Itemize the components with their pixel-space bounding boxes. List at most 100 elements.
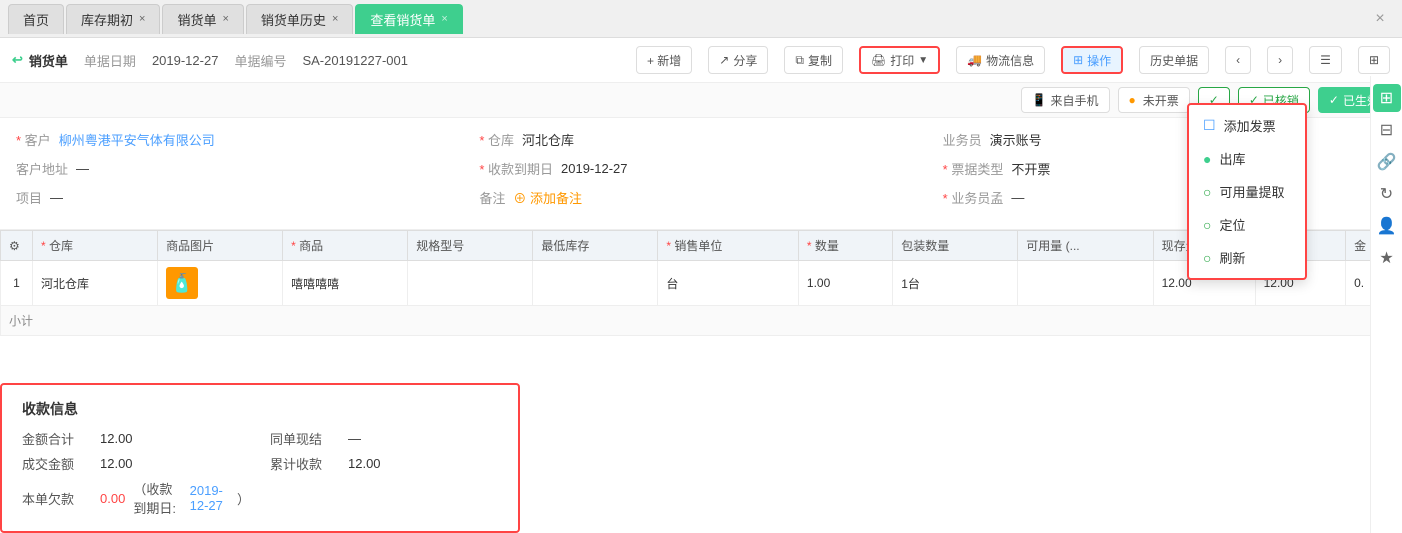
- copy-label: 复制: [808, 52, 832, 69]
- share-button[interactable]: ↗ 分享: [708, 46, 768, 74]
- locate-item[interactable]: ○ 定位: [1189, 208, 1305, 241]
- sidebar-layout1-icon[interactable]: ⊞: [1373, 84, 1401, 112]
- not-open-button[interactable]: 未开票: [1118, 87, 1190, 113]
- sidebar-layout2-icon[interactable]: ⊟: [1373, 116, 1401, 144]
- date-label: 单据日期: [84, 51, 136, 70]
- print-dropdown-icon: ▼: [918, 55, 928, 66]
- row-spec: [408, 261, 533, 306]
- tab-view-sales[interactable]: 查看销货单 ×: [355, 4, 462, 34]
- owed-label: 本单欠款: [22, 489, 92, 508]
- add-invoice-item[interactable]: ☐ 添加发票: [1189, 109, 1305, 142]
- grid-view-button[interactable]: ⊞: [1358, 46, 1390, 74]
- refresh-item[interactable]: ○ 刷新: [1189, 241, 1305, 274]
- list-view-button[interactable]: ☰: [1309, 46, 1342, 74]
- history-button[interactable]: 历史单据: [1139, 46, 1209, 74]
- tab-sales-close[interactable]: ×: [222, 13, 228, 25]
- tab-sales-order[interactable]: 销货单 ×: [162, 4, 243, 34]
- doc-meta: 单据日期 2019-12-27 单据编号 SA-20191227-001: [84, 51, 408, 70]
- th-settings: ⚙: [1, 231, 33, 261]
- tab-view-label: 查看销货单: [370, 10, 435, 29]
- row-available: [1018, 261, 1153, 306]
- sidebar-attach-icon[interactable]: 🔗: [1373, 148, 1401, 176]
- summary-title: 收款信息: [22, 399, 498, 419]
- ticket-type-label: 票据类型: [943, 159, 1004, 178]
- warehouse-value: 河北仓库: [522, 130, 574, 149]
- project-value: —: [50, 190, 63, 205]
- th-warehouse: 仓库: [33, 231, 158, 261]
- staff2-value: —: [1011, 190, 1024, 205]
- staff-label: 业务员: [943, 130, 982, 149]
- sidebar-user-icon[interactable]: 👤: [1373, 212, 1401, 240]
- deal-label: 成交金额: [22, 454, 92, 473]
- print-icon: 🖨: [871, 53, 886, 67]
- from-phone-label: 来自手机: [1051, 92, 1099, 109]
- row-warehouse: 河北仓库: [33, 261, 158, 306]
- new-button[interactable]: + 新增: [636, 46, 692, 74]
- address-value: —: [76, 161, 89, 176]
- tab-history-close[interactable]: ×: [332, 13, 338, 25]
- refresh-label: 刷新: [1219, 248, 1245, 267]
- locate-label: 定位: [1219, 215, 1245, 234]
- customer-label: 客户: [16, 130, 51, 149]
- tab-sales-history[interactable]: 销货单历史 ×: [246, 4, 353, 34]
- address-field: 客户地址 —: [16, 159, 459, 178]
- row-sales-unit: 台: [658, 261, 799, 306]
- row-min-stock: [533, 261, 658, 306]
- date-value: 2019-12-27: [152, 53, 219, 68]
- refresh-icon: ○: [1203, 250, 1211, 266]
- summary-collected: 累计收款 12.00: [270, 454, 498, 473]
- prev-button[interactable]: ‹: [1225, 46, 1251, 74]
- document-header: ↩ 销货单 单据日期 2019-12-27 单据编号 SA-20191227-0…: [0, 38, 1402, 83]
- product-image: 🧴: [166, 267, 198, 299]
- summary-owed: 本单欠款 0.00 （收款到期日: 2019-12-27）: [22, 479, 250, 517]
- staff-field: 业务员 演示账号: [943, 130, 1386, 149]
- copy-button[interactable]: ⧉ 复制: [784, 46, 843, 74]
- tab-view-close[interactable]: ×: [441, 13, 447, 25]
- operation-label: 操作: [1087, 52, 1111, 69]
- from-phone-button[interactable]: 📱 来自手机: [1021, 87, 1110, 113]
- add-invoice-label: 添加发票: [1224, 116, 1276, 135]
- payment-date-value: 2019-12-27: [561, 161, 628, 176]
- th-product: 商品: [283, 231, 408, 261]
- doc-type-label: 销货单: [29, 51, 68, 70]
- tab-home-label: 首页: [23, 10, 49, 29]
- operation-icon: ⊞: [1073, 53, 1083, 67]
- tab-inventory-close[interactable]: ×: [139, 13, 145, 25]
- tab-inventory-init[interactable]: 库存期初 ×: [66, 4, 160, 34]
- sidebar-rotate-icon[interactable]: ↻: [1373, 180, 1401, 208]
- payment-date-field: 收款到期日 2019-12-27: [479, 159, 922, 178]
- customer-value[interactable]: 柳州粤港平安气体有限公司: [59, 130, 215, 149]
- project-field: 项目 —: [16, 188, 459, 207]
- tab-bar: 首页 库存期初 × 销货单 × 销货单历史 × 查看销货单 × ×: [0, 0, 1402, 38]
- add-note-button[interactable]: 添加备注: [513, 188, 582, 207]
- operation-dropdown: ☐ 添加发票 ● 出库 ○ 可用量提取 ○ 定位 ○ 刷新: [1187, 103, 1307, 280]
- summary-grid: 金额合计 12.00 同单现结 — 成交金额 12.00 累计收款 12.00 …: [22, 429, 498, 517]
- print-button[interactable]: 🖨 打印 ▼: [859, 46, 940, 74]
- next-button[interactable]: ›: [1267, 46, 1293, 74]
- staff-value: 演示账号: [990, 130, 1042, 149]
- sidebar-star-icon[interactable]: ★: [1373, 244, 1401, 272]
- outbound-item[interactable]: ● 出库: [1189, 142, 1305, 175]
- ticket-type-field: 票据类型 不开票: [943, 159, 1386, 178]
- summary-same-order: 同单现结 —: [270, 429, 498, 448]
- project-label: 项目: [16, 188, 42, 207]
- logistics-label: 物流信息: [986, 52, 1034, 69]
- tab-home[interactable]: 首页: [8, 4, 64, 34]
- share-label: 分享: [733, 52, 757, 69]
- main-content: ↩ 销货单 单据日期 2019-12-27 单据编号 SA-20191227-0…: [0, 38, 1402, 533]
- row-product-img: 🧴: [158, 261, 283, 306]
- tab-inventory-label: 库存期初: [81, 10, 133, 29]
- payment-date-label: 收款到期日: [479, 159, 553, 178]
- phone-icon: 📱: [1032, 93, 1047, 107]
- staff2-field: 业务员孟 —: [943, 188, 1386, 207]
- note-field: 备注 添加备注: [479, 188, 922, 207]
- window-close-button[interactable]: ×: [1366, 5, 1394, 33]
- add-invoice-icon: ☐: [1203, 117, 1216, 134]
- staff2-label: 业务员孟: [943, 188, 1004, 207]
- note-label: 备注: [479, 188, 505, 207]
- available-qty-item[interactable]: ○ 可用量提取: [1189, 175, 1305, 208]
- operation-button[interactable]: ⊞ 操作: [1061, 46, 1123, 74]
- effective-icon: ✓: [1329, 93, 1339, 107]
- number-label: 单据编号: [234, 51, 286, 70]
- logistics-button[interactable]: 🚚 物流信息: [956, 46, 1045, 74]
